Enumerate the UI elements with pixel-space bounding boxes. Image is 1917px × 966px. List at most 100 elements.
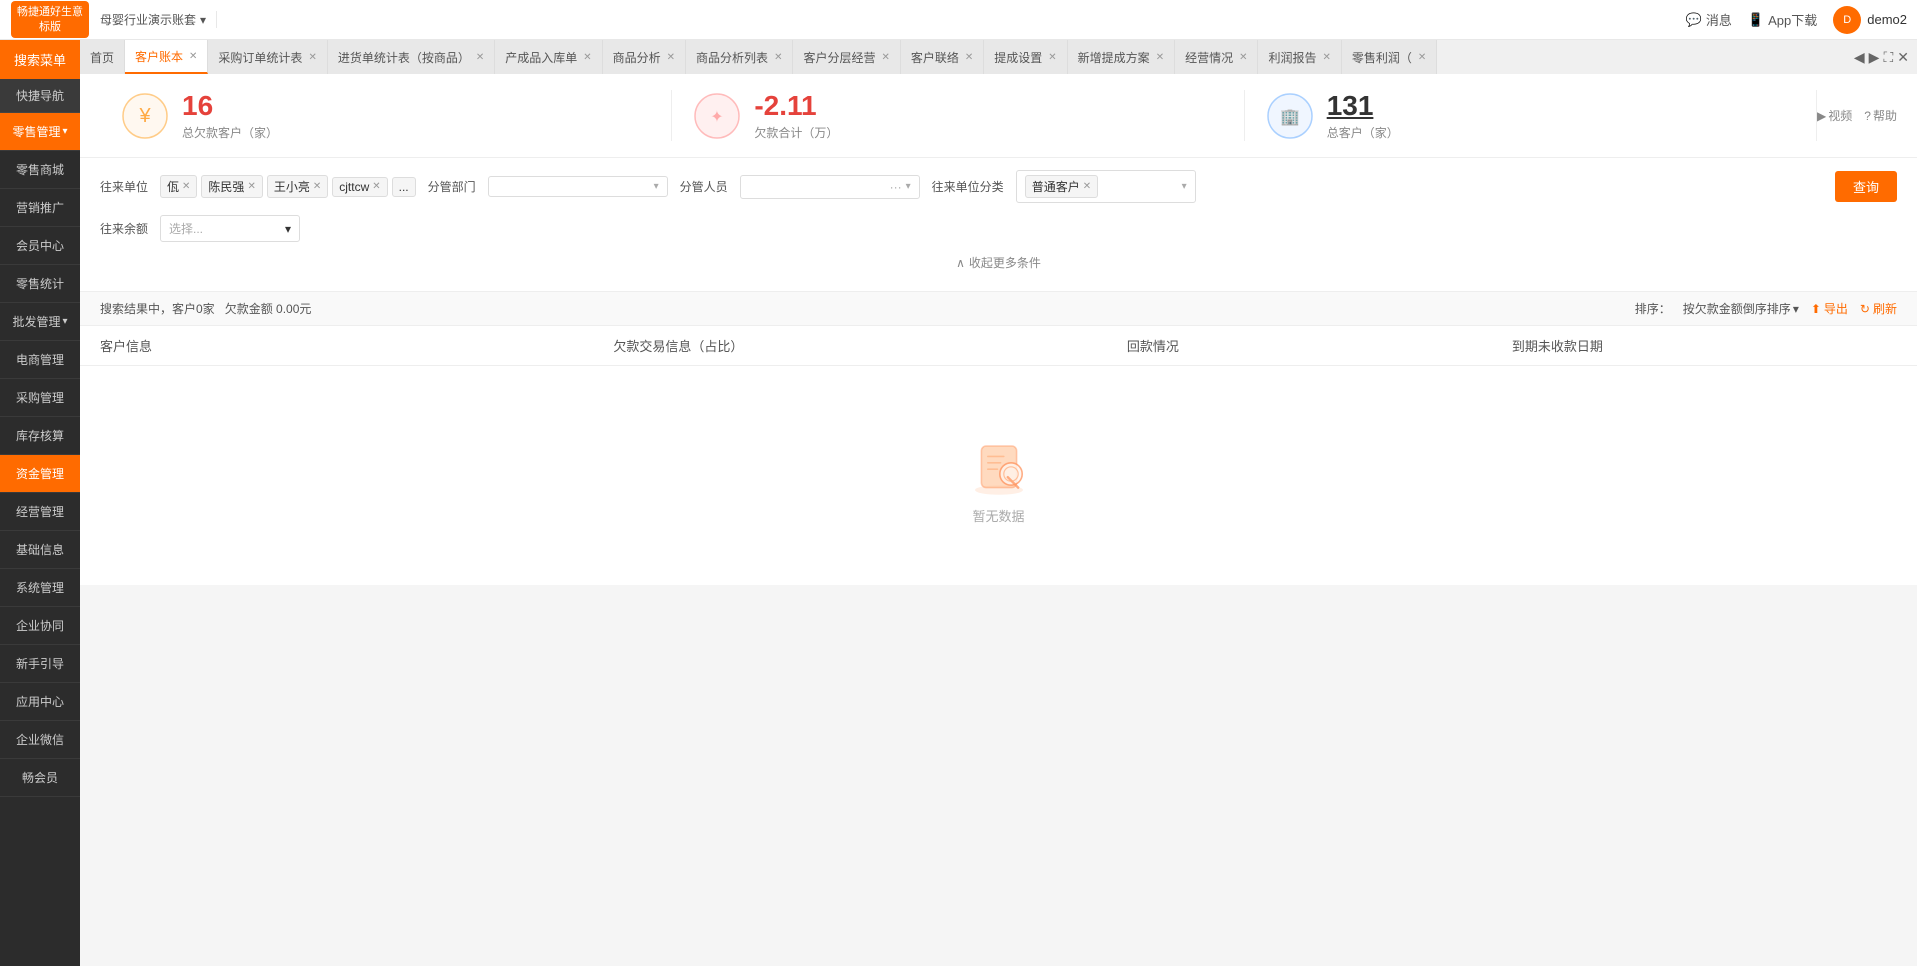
query-button[interactable]: 查询 xyxy=(1835,171,1897,202)
tab-close-all-icon[interactable]: ✕ xyxy=(1897,49,1909,66)
stat-info-debt: -2.11 欠款合计（万） xyxy=(754,90,838,141)
tab-tips-settings[interactable]: 提成设置 ✕ xyxy=(984,40,1067,74)
stat-total-customers: ¥ 16 总欠款客户（家） xyxy=(100,90,672,141)
unit-tag-1[interactable]: 陈民强 ✕ xyxy=(201,175,262,198)
collapse-button[interactable]: ∧ 收起更多条件 xyxy=(956,254,1041,271)
unit-tag-0[interactable]: 佤 ✕ xyxy=(160,175,197,198)
tab-product-instock[interactable]: 产成品入库单 ✕ xyxy=(495,40,602,74)
unit-tag-2-close[interactable]: ✕ xyxy=(313,181,321,192)
unit-tag-2[interactable]: 王小亮 ✕ xyxy=(267,175,328,198)
export-button[interactable]: ⬆ 导出 xyxy=(1811,300,1848,317)
tab-close-customer-layer[interactable]: ✕ xyxy=(881,52,889,63)
tab-close-new-tips[interactable]: ✕ xyxy=(1156,52,1164,63)
account-selector[interactable]: 母婴行业演示账套 ▾ xyxy=(90,11,217,28)
tab-close-retail-profit[interactable]: ✕ xyxy=(1418,52,1426,63)
phone-icon: 📱 xyxy=(1748,12,1764,28)
tab-close-profit-report[interactable]: ✕ xyxy=(1323,52,1331,63)
tab-close-customer-book[interactable]: ✕ xyxy=(189,51,197,62)
sidebar-item-retail-mgmt[interactable]: 零售管理 ▾ xyxy=(0,113,80,151)
sidebar-item-biz-mgmt[interactable]: 经营管理 xyxy=(0,493,80,531)
unit-tag-1-close[interactable]: ✕ xyxy=(247,181,255,192)
sidebar-item-enterprise-wechat[interactable]: 企业微信 xyxy=(0,721,80,759)
tab-maximize-icon[interactable]: ⛶ xyxy=(1883,49,1893,66)
tab-close-purchase-order[interactable]: ✕ xyxy=(308,52,316,63)
tab-close-business-status[interactable]: ✕ xyxy=(1239,52,1247,63)
stat-total-debt: ✦ -2.11 欠款合计（万） xyxy=(672,90,1244,141)
help-link[interactable]: ? 帮助 xyxy=(1864,107,1897,124)
sidebar-item-inventory[interactable]: 库存核算 xyxy=(0,417,80,455)
empty-icon xyxy=(959,426,1039,506)
video-link[interactable]: ▶ 视频 xyxy=(1817,107,1852,124)
chevron-icon: ▾ xyxy=(62,126,67,137)
tab-customer-book[interactable]: 客户账本 ✕ xyxy=(125,40,208,74)
data-table: 客户信息 欠款交易信息（占比） 回款情况 到期未收款日期 暂无数据 xyxy=(80,326,1917,585)
dept-select[interactable]: ▾ xyxy=(488,176,668,197)
tab-instock-stat[interactable]: 进货单统计表（按商品） ✕ xyxy=(328,40,495,74)
sidebar-item-member-center[interactable]: 会员中心 xyxy=(0,227,80,265)
sidebar-item-search-menu[interactable]: 搜索菜单 xyxy=(0,40,80,79)
sidebar-item-marketing[interactable]: 营销推广 xyxy=(0,189,80,227)
person-select-arrow: ▾ xyxy=(906,181,911,192)
sidebar-item-app-center[interactable]: 应用中心 xyxy=(0,683,80,721)
stat-info-all-customers: 131 总客户（家） xyxy=(1327,90,1399,141)
balance-select[interactable]: 选择... ▾ xyxy=(160,215,300,242)
tab-prev-icon[interactable]: ◀ xyxy=(1854,49,1865,66)
unit-tag-3[interactable]: cjttcw ✕ xyxy=(332,177,387,197)
tab-close-customer-contact[interactable]: ✕ xyxy=(965,52,973,63)
result-bar-right: 排序： 按欠款金额倒序排序 ▾ ⬆ 导出 ↻ 刷新 xyxy=(1635,300,1897,317)
result-bar: 搜索结果中，客户0家 欠款金额 0.00元 排序： 按欠款金额倒序排序 ▾ ⬆ … xyxy=(80,292,1917,326)
tab-close-tips-settings[interactable]: ✕ xyxy=(1048,52,1056,63)
chevron-down-icon: ▾ xyxy=(200,13,206,27)
tab-controls: ◀ ▶ ⛶ ✕ xyxy=(1854,49,1917,66)
unit-class-select[interactable]: 普通客户 ✕ ▾ xyxy=(1016,170,1196,203)
filter-area: 往来单位 佤 ✕ 陈民强 ✕ 王小亮 ✕ cjttcw ✕ xyxy=(80,158,1917,292)
balance-placeholder: 选择... xyxy=(169,220,281,237)
tab-customer-layer[interactable]: 客户分层经营 ✕ xyxy=(793,40,900,74)
message-button[interactable]: 💬 消息 xyxy=(1686,10,1732,29)
sidebar-item-sys-mgmt[interactable]: 系统管理 xyxy=(0,569,80,607)
sidebar-item-enterprise[interactable]: 企业协同 xyxy=(0,607,80,645)
app-download-button[interactable]: 📱 App下载 xyxy=(1748,10,1817,29)
sort-value[interactable]: 按欠款金额倒序排序 ▾ xyxy=(1683,300,1799,317)
tab-next-icon[interactable]: ▶ xyxy=(1869,49,1880,66)
sidebar-item-ecom-mgmt[interactable]: 电商管理 xyxy=(0,341,80,379)
sidebar-item-quick-nav[interactable]: 快捷导航 xyxy=(0,79,80,113)
tab-retail-profit[interactable]: 零售利润（ ✕ xyxy=(1342,40,1437,74)
sidebar-item-vip-member[interactable]: 畅会员 xyxy=(0,759,80,797)
unit-tag-3-close[interactable]: ✕ xyxy=(372,181,380,192)
sidebar-item-capital-mgmt[interactable]: 资金管理 xyxy=(0,455,80,493)
unit-tag-more[interactable]: ... xyxy=(392,177,416,197)
sidebar-item-basic-info[interactable]: 基础信息 xyxy=(0,531,80,569)
unit-tag-0-close[interactable]: ✕ xyxy=(182,181,190,192)
filter-row-1: 往来单位 佤 ✕ 陈民强 ✕ 王小亮 ✕ cjttcw ✕ xyxy=(100,170,1897,203)
tab-close-product-instock[interactable]: ✕ xyxy=(583,52,591,63)
refresh-button[interactable]: ↻ 刷新 xyxy=(1860,300,1897,317)
sidebar-item-retail-stats[interactable]: 零售统计 xyxy=(0,265,80,303)
tab-profit-report[interactable]: 利润报告 ✕ xyxy=(1258,40,1341,74)
unit-class-tag-0[interactable]: 普通客户 ✕ xyxy=(1025,175,1098,198)
tab-purchase-order[interactable]: 采购订单统计表 ✕ xyxy=(208,40,327,74)
tab-close-instock-stat[interactable]: ✕ xyxy=(476,52,484,63)
tab-close-product-analysis[interactable]: ✕ xyxy=(667,52,675,63)
sidebar-item-retail-mall[interactable]: 零售商城 xyxy=(0,151,80,189)
balance-label: 往来余额 xyxy=(100,220,148,237)
sidebar-item-new-guide[interactable]: 新手引导 xyxy=(0,645,80,683)
tab-close-product-analysis-list[interactable]: ✕ xyxy=(774,52,782,63)
tab-product-analysis-list[interactable]: 商品分析列表 ✕ xyxy=(686,40,793,74)
tab-business-status[interactable]: 经营情况 ✕ xyxy=(1175,40,1258,74)
tab-home[interactable]: 首页 xyxy=(80,40,125,74)
empty-text: 暂无数据 xyxy=(972,506,1024,525)
tab-new-tips[interactable]: 新增提成方案 ✕ xyxy=(1068,40,1175,74)
refresh-icon: ↻ xyxy=(1860,302,1870,316)
stat-info-customers: 16 总欠款客户（家） xyxy=(182,90,278,141)
unit-label: 往来单位 xyxy=(100,178,148,195)
tab-product-analysis[interactable]: 商品分析 ✕ xyxy=(603,40,686,74)
unit-class-label: 往来单位分类 xyxy=(932,178,1004,195)
user-menu[interactable]: D demo2 xyxy=(1833,6,1907,34)
unit-class-tag-0-close[interactable]: ✕ xyxy=(1083,181,1091,192)
svg-text:¥: ¥ xyxy=(138,105,151,127)
tab-customer-contact[interactable]: 客户联络 ✕ xyxy=(901,40,984,74)
sidebar-item-purchase-mgmt[interactable]: 采购管理 xyxy=(0,379,80,417)
sidebar-item-wholesale-mgmt[interactable]: 批发管理 ▾ xyxy=(0,303,80,341)
person-select[interactable]: ··· ▾ xyxy=(740,175,920,199)
